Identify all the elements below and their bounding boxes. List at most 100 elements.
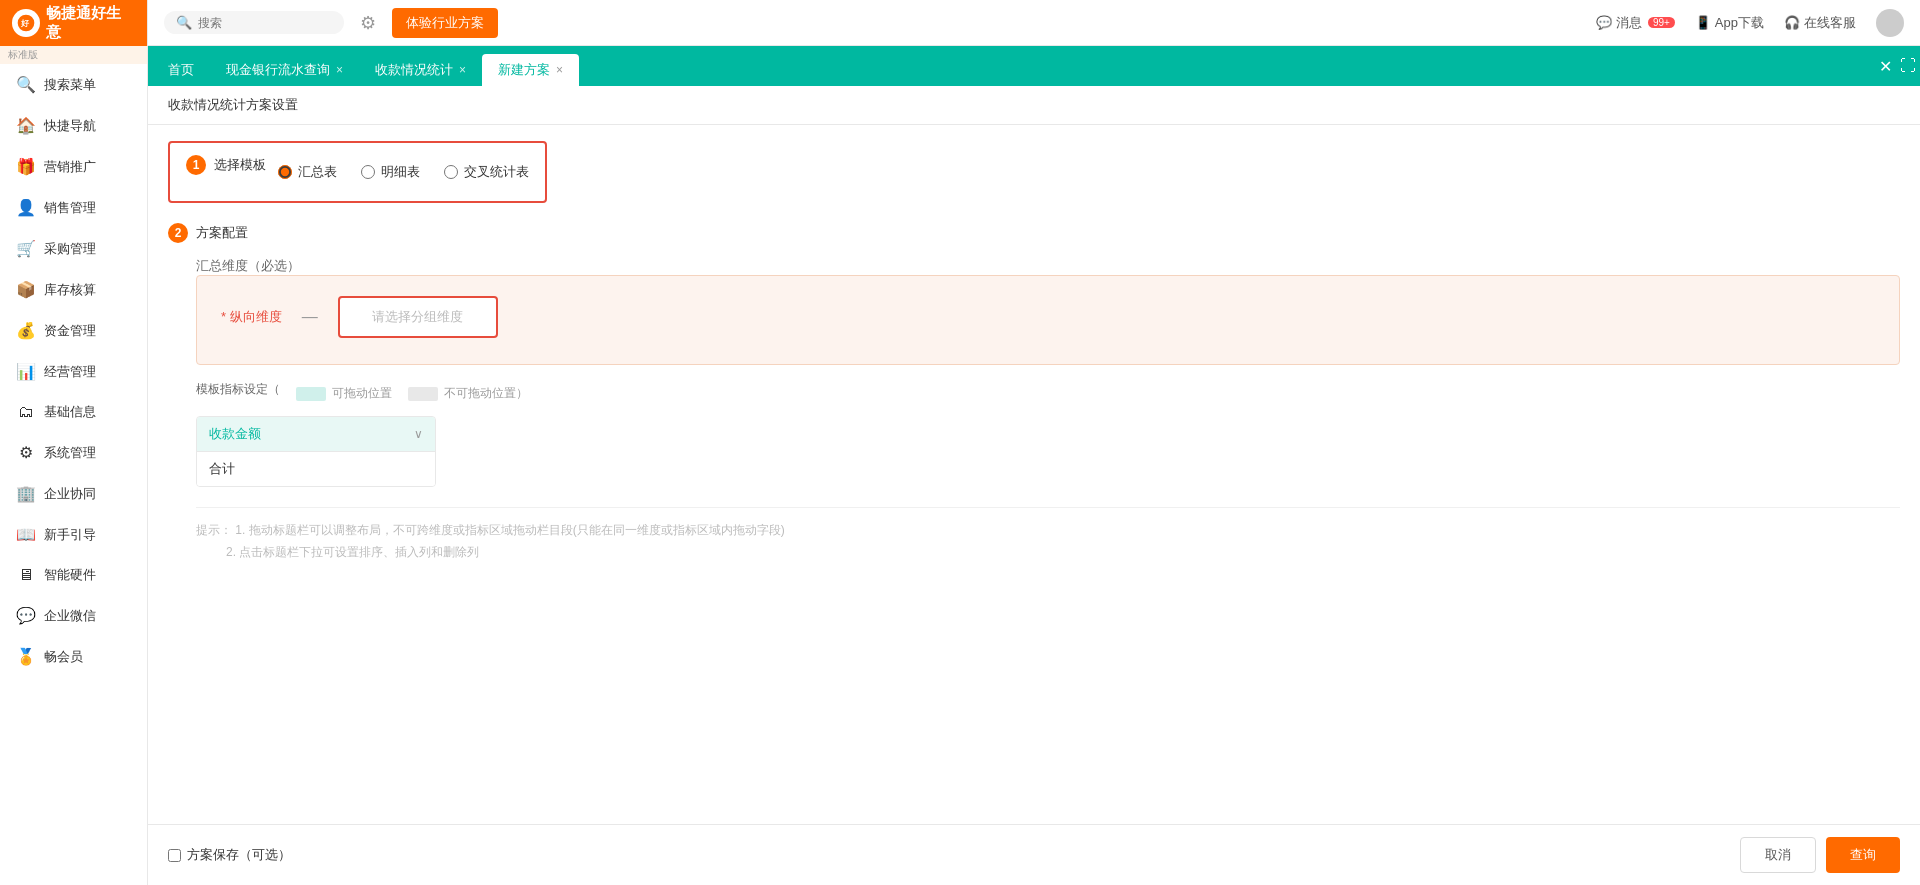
footer: 方案保存（可选） 取消 查询: [148, 824, 1920, 885]
dimension-area: * 纵向维度 — 请选择分组维度: [196, 275, 1900, 365]
settings-icon[interactable]: ⚙: [360, 12, 376, 34]
message-label: 消息: [1616, 14, 1642, 32]
sidebar-item-member[interactable]: 🏅 畅会员: [0, 636, 147, 677]
dimension-select[interactable]: 请选择分组维度: [338, 296, 498, 338]
dimension-placeholder: 请选择分组维度: [372, 309, 463, 324]
query-button[interactable]: 查询: [1826, 837, 1900, 873]
sidebar-logo: 好 畅捷通好生意: [0, 0, 147, 46]
close-icon[interactable]: ×: [459, 64, 466, 76]
option-detail[interactable]: 明细表: [361, 163, 420, 181]
sidebar-item-label: 营销推广: [44, 158, 96, 176]
close-icon[interactable]: ×: [556, 64, 563, 76]
main-area: 🔍 ⚙ 体验行业方案 💬 消息 99+ 📱 App下载 🎧 在线客服: [148, 0, 1920, 885]
radio-detail[interactable]: [361, 165, 375, 179]
search-input[interactable]: [198, 16, 318, 30]
tip2-content: 2. 点击标题栏下拉可设置排序、插入列和删除列: [226, 545, 479, 559]
sidebar-item-marketing[interactable]: 🎁 营销推广: [0, 146, 147, 187]
sidebar-item-search[interactable]: 🔍 搜索菜单: [0, 64, 147, 105]
search-box[interactable]: 🔍: [164, 11, 344, 34]
plan-section: 2 方案配置 汇总维度（必选） * 纵向维度 — 请选择分组维度: [168, 223, 1900, 575]
metrics-table: 收款金额 ∨ 合计: [196, 416, 436, 487]
chat-icon: 💬: [16, 606, 36, 625]
sidebar-item-inventory[interactable]: 📦 库存核算: [0, 269, 147, 310]
building-icon: 🏢: [16, 484, 36, 503]
tab-home[interactable]: 首页: [152, 54, 210, 86]
sidebar-item-basic-info[interactable]: 🗂 基础信息: [0, 392, 147, 432]
sidebar-item-label: 采购管理: [44, 240, 96, 258]
sidebar-item-label: 资金管理: [44, 322, 96, 340]
logo-text: 畅捷通好生意: [46, 4, 135, 42]
vertical-dimension-label: * 纵向维度: [221, 308, 282, 326]
summary-dimension-label: 汇总维度（必选）: [196, 257, 1900, 275]
chevron-down-icon[interactable]: ∨: [414, 427, 423, 441]
dimension-row: * 纵向维度 — 请选择分组维度: [221, 296, 1875, 338]
headset-icon: 🎧: [1784, 15, 1800, 30]
metrics-table-header[interactable]: 收款金额 ∨: [197, 417, 435, 452]
sidebar-item-label: 新手引导: [44, 526, 96, 544]
sidebar-item-sales[interactable]: 👤 销售管理: [0, 187, 147, 228]
section2-header: 2 方案配置: [168, 223, 1900, 243]
section1-num: 1: [186, 155, 206, 175]
tab-new-plan[interactable]: 新建方案 ×: [482, 54, 579, 86]
option-summary[interactable]: 汇总表: [278, 163, 337, 181]
sidebar-item-guide[interactable]: 📖 新手引导: [0, 514, 147, 555]
dimension-title: 汇总维度（必选）: [196, 258, 300, 273]
sidebar-item-finance[interactable]: 💰 资金管理: [0, 310, 147, 351]
metrics-setting-label: 模板指标设定（: [196, 381, 280, 398]
sidebar-item-enterprise[interactable]: 🏢 企业协同: [0, 473, 147, 514]
tip2-text: 2. 点击标题栏下拉可设置排序、插入列和删除列: [196, 542, 1900, 564]
save-plan-checkbox[interactable]: 方案保存（可选）: [168, 846, 291, 864]
sidebar-item-wechat[interactable]: 💬 企业微信: [0, 595, 147, 636]
sidebar-item-label: 快捷导航: [44, 117, 96, 135]
close-window-icon[interactable]: ✕: [1879, 57, 1892, 76]
sidebar-item-operations[interactable]: 📊 经营管理: [0, 351, 147, 392]
folder-icon: 🗂: [16, 403, 36, 421]
cancel-button[interactable]: 取消: [1740, 837, 1816, 873]
topbar: 🔍 ⚙ 体验行业方案 💬 消息 99+ 📱 App下载 🎧 在线客服: [148, 0, 1920, 46]
draggable-indicator: [296, 387, 326, 401]
tab-bar: 首页 现金银行流水查询 × 收款情况统计 × 新建方案 × ✕ ⛶: [148, 46, 1920, 86]
metrics-section: 模板指标设定（ 可拖动位置 不可拖动位置）: [196, 381, 1900, 487]
template-section: 1 选择模板 汇总表 明细表 交叉统计表: [168, 141, 547, 203]
medal-icon: 🏅: [16, 647, 36, 666]
radio-cross[interactable]: [444, 165, 458, 179]
sidebar-item-quick-nav[interactable]: 🏠 快捷导航: [0, 105, 147, 146]
tab-receipt-stats[interactable]: 收款情况统计 ×: [359, 54, 482, 86]
cart-icon: 🛒: [16, 239, 36, 258]
hint-draggable: 可拖动位置: [296, 385, 392, 402]
page-title: 收款情况统计方案设置: [168, 97, 298, 112]
section2-label: 方案配置: [196, 224, 248, 242]
tab-bank-flow[interactable]: 现金银行流水查询 ×: [210, 54, 359, 86]
save-checkbox-input[interactable]: [168, 849, 181, 862]
download-icon: 📱: [1695, 15, 1711, 30]
fixed-indicator: [408, 387, 438, 401]
section2-num: 2: [168, 223, 188, 243]
radio-summary[interactable]: [278, 165, 292, 179]
trial-button[interactable]: 体验行业方案: [392, 8, 498, 38]
sidebar-item-label: 企业微信: [44, 607, 96, 625]
draggable-label: 可拖动位置: [332, 385, 392, 402]
option-label: 汇总表: [298, 163, 337, 181]
sidebar-item-purchase[interactable]: 🛒 采购管理: [0, 228, 147, 269]
close-icon[interactable]: ×: [336, 64, 343, 76]
option-label: 明细表: [381, 163, 420, 181]
option-cross[interactable]: 交叉统计表: [444, 163, 529, 181]
footer-actions: 取消 查询: [1740, 837, 1900, 873]
message-button[interactable]: 💬 消息 99+: [1596, 14, 1675, 32]
page-body: 1 选择模板 汇总表 明细表 交叉统计表: [148, 125, 1920, 824]
section1-title: 1 选择模板: [186, 155, 266, 175]
message-badge: 99+: [1648, 17, 1675, 28]
sidebar-item-system[interactable]: ⚙ 系统管理: [0, 432, 147, 473]
sidebar-nav: 🔍 搜索菜单 🏠 快捷导航 🎁 营销推广 👤 销售管理 🛒 采购管理 📦 库存核…: [0, 64, 147, 885]
sidebar-item-hardware[interactable]: 🖥 智能硬件: [0, 555, 147, 595]
user-avatar[interactable]: [1876, 9, 1904, 37]
option-label: 交叉统计表: [464, 163, 529, 181]
page-header: 收款情况统计方案设置: [148, 86, 1920, 125]
maximize-icon[interactable]: ⛶: [1900, 57, 1916, 75]
sidebar: 好 畅捷通好生意 标准版 🔍 搜索菜单 🏠 快捷导航 🎁 营销推广 👤 销售管理…: [0, 0, 148, 885]
service-button[interactable]: 🎧 在线客服: [1784, 14, 1856, 32]
tab-label: 收款情况统计: [375, 61, 453, 79]
app-download-button[interactable]: 📱 App下载: [1695, 14, 1764, 32]
message-icon: 💬: [1596, 15, 1612, 30]
tip1-content: 1. 拖动标题栏可以调整布局，不可跨维度或指标区域拖动栏目段(只能在同一维度或指…: [235, 523, 784, 537]
